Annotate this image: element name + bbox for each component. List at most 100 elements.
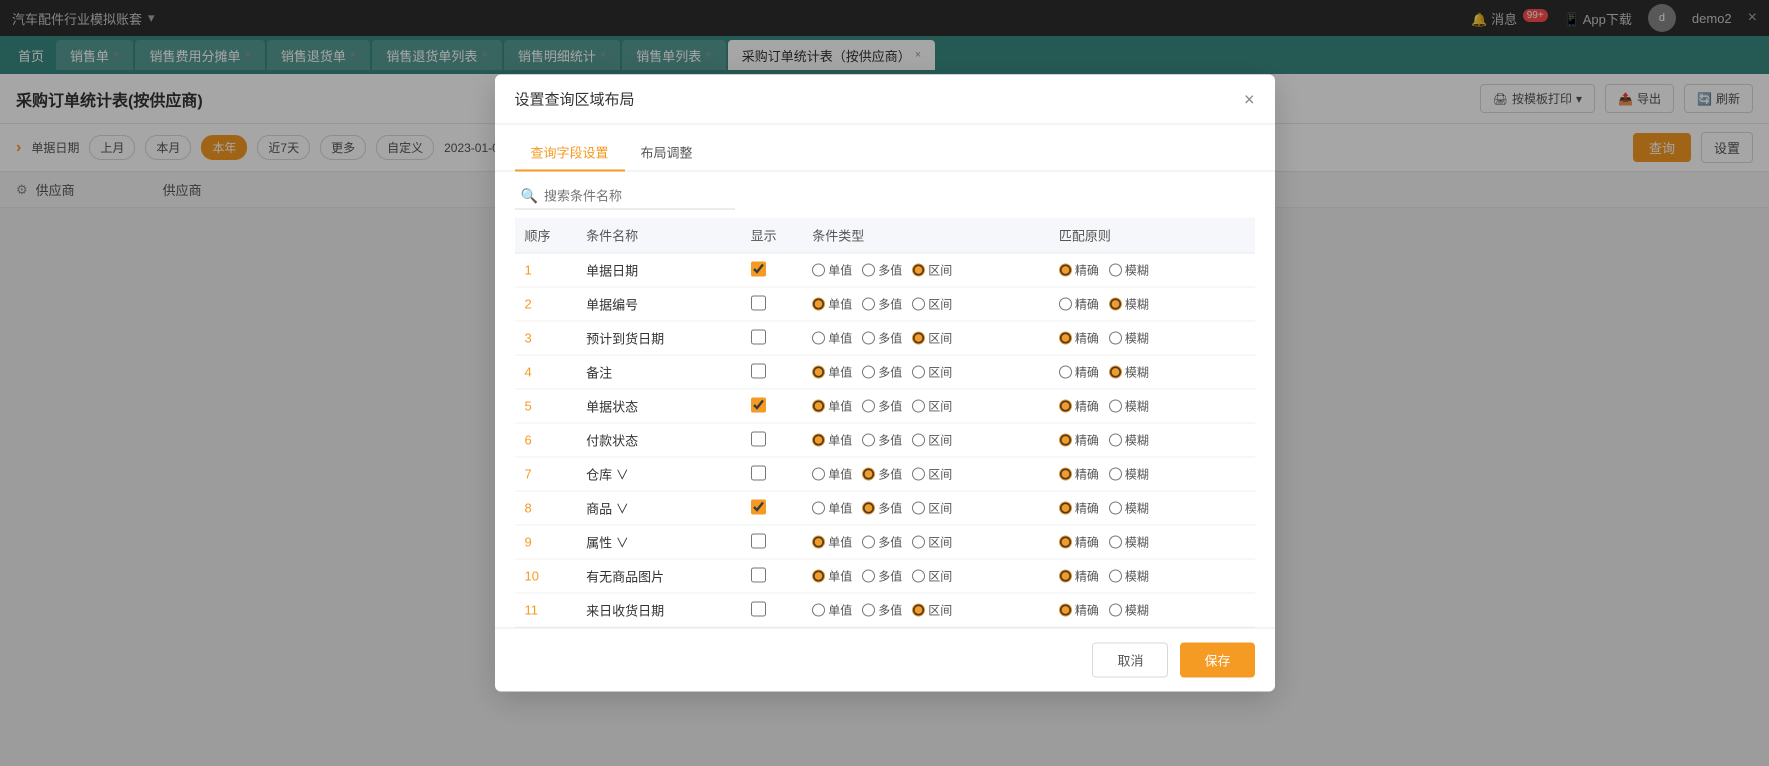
dialog-close-button[interactable]: × [1244, 90, 1255, 108]
match-radio-item[interactable]: 精确 [1059, 296, 1099, 313]
type-radio-item[interactable]: 多值 [862, 364, 902, 381]
match-radio-item[interactable]: 模糊 [1109, 432, 1149, 449]
match-radio-item[interactable]: 模糊 [1109, 568, 1149, 585]
type-radio-item[interactable]: 单值 [812, 466, 852, 483]
type-radio-item[interactable]: 区间 [912, 330, 952, 347]
show-checkbox[interactable] [751, 465, 766, 480]
match-radio[interactable] [1059, 400, 1072, 413]
type-radio-item[interactable]: 多值 [862, 534, 902, 551]
type-radio-item[interactable]: 单值 [812, 500, 852, 517]
type-radio[interactable] [862, 502, 875, 515]
type-radio-item[interactable]: 多值 [862, 602, 902, 619]
type-radio[interactable] [862, 298, 875, 311]
match-radio[interactable] [1059, 604, 1072, 617]
match-radio-item[interactable]: 精确 [1059, 432, 1099, 449]
match-radio-item[interactable]: 模糊 [1109, 602, 1149, 619]
save-button[interactable]: 保存 [1180, 643, 1254, 678]
match-radio-item[interactable]: 精确 [1059, 568, 1099, 585]
match-radio[interactable] [1109, 332, 1122, 345]
type-radio-item[interactable]: 多值 [862, 466, 902, 483]
type-radio-item[interactable]: 单值 [812, 432, 852, 449]
type-radio[interactable] [812, 468, 825, 481]
type-radio[interactable] [862, 570, 875, 583]
cancel-button[interactable]: 取消 [1092, 643, 1168, 678]
type-radio-item[interactable]: 区间 [912, 432, 952, 449]
match-radio-item[interactable]: 精确 [1059, 364, 1099, 381]
match-radio-item[interactable]: 模糊 [1109, 534, 1149, 551]
match-radio[interactable] [1109, 570, 1122, 583]
match-radio-item[interactable]: 精确 [1059, 262, 1099, 279]
type-radio[interactable] [812, 502, 825, 515]
show-checkbox-wrapper[interactable] [751, 604, 766, 619]
type-radio[interactable] [912, 468, 925, 481]
show-checkbox[interactable] [751, 363, 766, 378]
type-radio-item[interactable]: 单值 [812, 330, 852, 347]
match-radio[interactable] [1109, 298, 1122, 311]
match-radio-item[interactable]: 模糊 [1109, 466, 1149, 483]
match-radio[interactable] [1059, 332, 1072, 345]
type-radio-item[interactable]: 多值 [862, 568, 902, 585]
type-radio-item[interactable]: 多值 [862, 330, 902, 347]
type-radio-item[interactable]: 区间 [912, 568, 952, 585]
match-radio[interactable] [1059, 264, 1072, 277]
match-radio[interactable] [1059, 468, 1072, 481]
type-radio-item[interactable]: 多值 [862, 398, 902, 415]
type-radio-item[interactable]: 单值 [812, 568, 852, 585]
search-input[interactable] [544, 189, 724, 204]
show-checkbox[interactable] [751, 601, 766, 616]
type-radio[interactable] [862, 366, 875, 379]
match-radio-item[interactable]: 模糊 [1109, 296, 1149, 313]
type-radio-item[interactable]: 单值 [812, 262, 852, 279]
type-radio[interactable] [812, 366, 825, 379]
type-radio[interactable] [862, 332, 875, 345]
show-checkbox-wrapper[interactable] [751, 434, 766, 449]
type-radio-item[interactable]: 区间 [912, 466, 952, 483]
dialog-tab-fields[interactable]: 查询字段设置 [515, 135, 625, 172]
type-radio[interactable] [912, 536, 925, 549]
type-radio[interactable] [912, 400, 925, 413]
type-radio[interactable] [812, 332, 825, 345]
type-radio-item[interactable]: 单值 [812, 534, 852, 551]
match-radio[interactable] [1109, 264, 1122, 277]
type-radio-item[interactable]: 区间 [912, 602, 952, 619]
type-radio-item[interactable]: 区间 [912, 534, 952, 551]
show-checkbox-wrapper[interactable] [751, 298, 766, 313]
type-radio-item[interactable]: 多值 [862, 296, 902, 313]
match-radio-item[interactable]: 模糊 [1109, 262, 1149, 279]
match-radio[interactable] [1109, 502, 1122, 515]
type-radio-item[interactable]: 区间 [912, 364, 952, 381]
type-radio[interactable] [912, 502, 925, 515]
match-radio-item[interactable]: 精确 [1059, 466, 1099, 483]
match-radio[interactable] [1059, 502, 1072, 515]
type-radio[interactable] [862, 434, 875, 447]
show-checkbox-wrapper[interactable] [751, 502, 766, 517]
type-radio[interactable] [862, 468, 875, 481]
match-radio[interactable] [1109, 536, 1122, 549]
show-checkbox[interactable] [751, 261, 766, 276]
show-checkbox[interactable] [751, 567, 766, 582]
match-radio-item[interactable]: 模糊 [1109, 364, 1149, 381]
show-checkbox[interactable] [751, 397, 766, 412]
match-radio[interactable] [1059, 366, 1072, 379]
type-radio-item[interactable]: 多值 [862, 432, 902, 449]
type-radio-item[interactable]: 多值 [862, 500, 902, 517]
type-radio-item[interactable]: 单值 [812, 296, 852, 313]
show-checkbox[interactable] [751, 431, 766, 446]
type-radio-item[interactable]: 区间 [912, 296, 952, 313]
type-radio[interactable] [812, 536, 825, 549]
type-radio-item[interactable]: 单值 [812, 602, 852, 619]
dialog-tab-layout[interactable]: 布局调整 [625, 135, 709, 172]
type-radio[interactable] [912, 298, 925, 311]
show-checkbox[interactable] [751, 295, 766, 310]
type-radio[interactable] [912, 604, 925, 617]
type-radio[interactable] [912, 332, 925, 345]
type-radio[interactable] [912, 570, 925, 583]
type-radio[interactable] [862, 604, 875, 617]
show-checkbox-wrapper[interactable] [751, 468, 766, 483]
show-checkbox[interactable] [751, 329, 766, 344]
type-radio-item[interactable]: 多值 [862, 262, 902, 279]
show-checkbox-wrapper[interactable] [751, 536, 766, 551]
match-radio-item[interactable]: 精确 [1059, 534, 1099, 551]
match-radio[interactable] [1109, 434, 1122, 447]
type-radio-item[interactable]: 单值 [812, 398, 852, 415]
